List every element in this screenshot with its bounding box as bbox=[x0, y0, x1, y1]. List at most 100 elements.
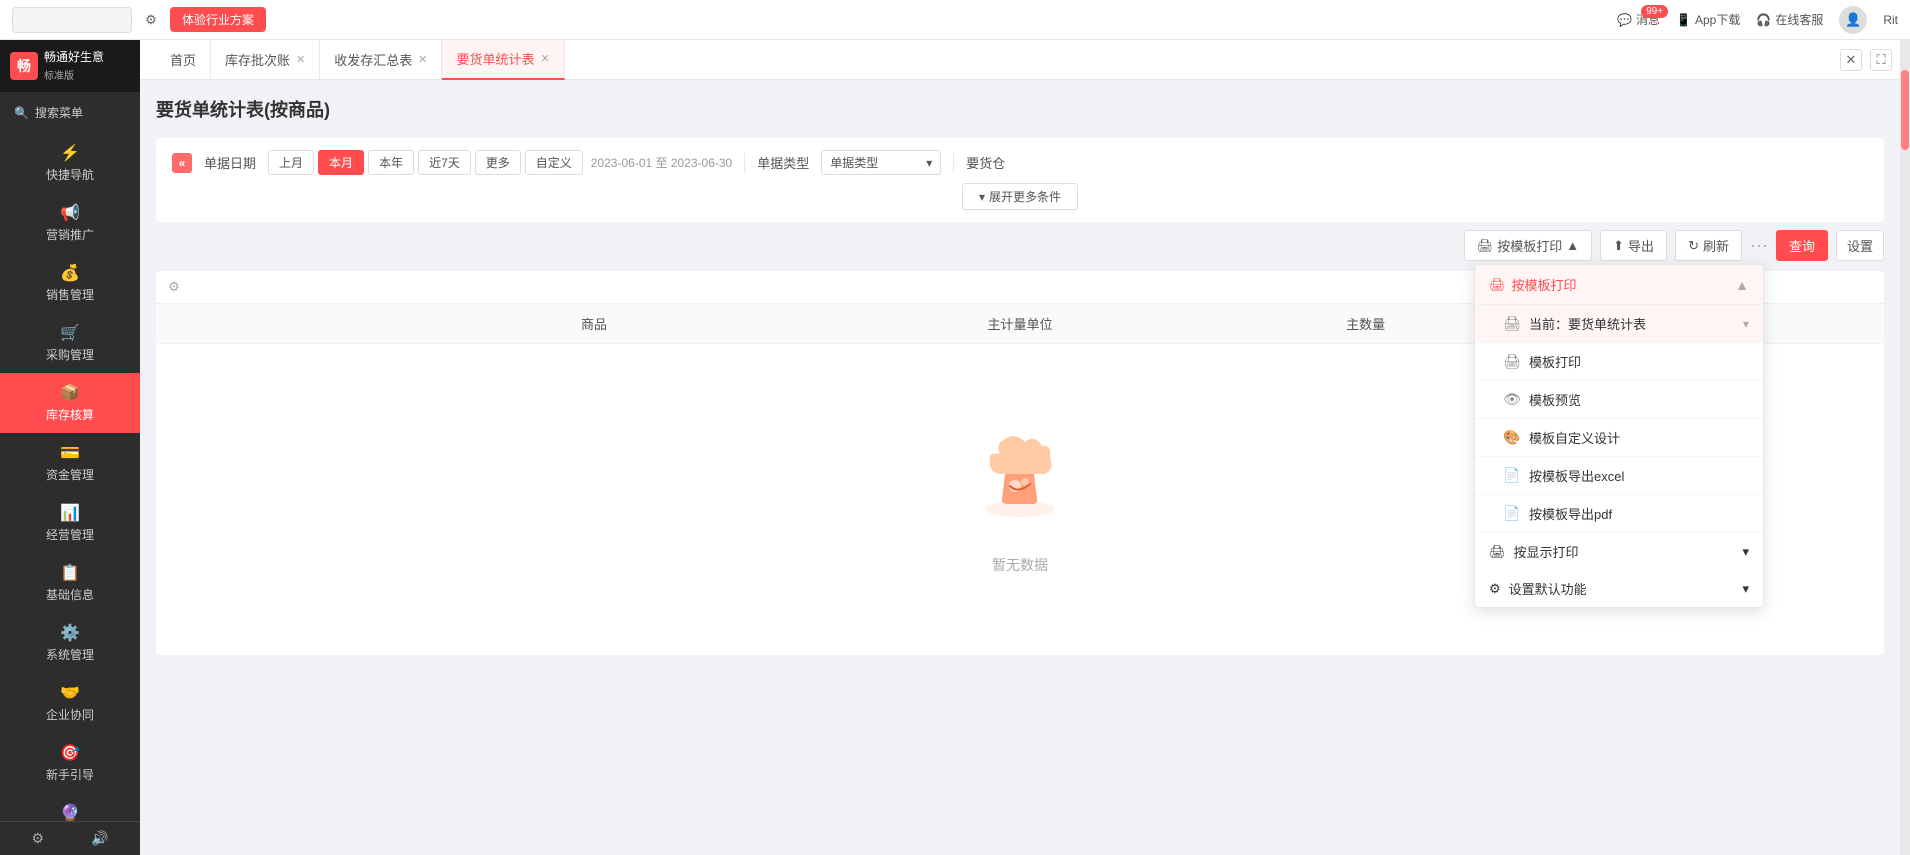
current-arrow-icon: ▾ bbox=[1743, 317, 1749, 331]
sidebar-item-collab[interactable]: 🤝 企业协同 bbox=[0, 673, 140, 733]
right-scrollbar[interactable] bbox=[1900, 40, 1910, 855]
user-name: Rit bbox=[1883, 13, 1898, 27]
online-service-button[interactable]: 🎧 在线客服 bbox=[1756, 11, 1823, 28]
tab-receipt-summary[interactable]: 收发存汇总表 ✕ bbox=[320, 40, 442, 80]
export-pdf-icon: 📄 bbox=[1503, 505, 1521, 522]
avatar[interactable]: 👤 bbox=[1839, 6, 1867, 34]
dropdown-close-icon[interactable]: ▲ bbox=[1735, 277, 1749, 293]
settings-footer-icon[interactable]: ⚙ bbox=[32, 830, 45, 847]
expand-conditions-button[interactable]: ▾ 展开更多条件 bbox=[962, 183, 1078, 210]
dropdown-current-item[interactable]: 🖨 当前：要货单统计表 ▾ bbox=[1475, 305, 1763, 343]
sidebar-item-system[interactable]: ⚙️ 系统管理 bbox=[0, 613, 140, 673]
logo-badge: 标准版 bbox=[44, 67, 104, 82]
sidebar-item-marketing[interactable]: 📢 营销推广 bbox=[0, 193, 140, 253]
top-bar-left: ⚙ 体验行业方案 bbox=[12, 7, 1609, 33]
tab-order-stats[interactable]: 要货单统计表 ✕ bbox=[442, 40, 564, 80]
search-input[interactable] bbox=[12, 7, 132, 33]
tab-batch-accounts[interactable]: 库存批次账 ✕ bbox=[211, 40, 320, 80]
quick-nav-icon: ⚡ bbox=[60, 143, 80, 163]
type-filter-select[interactable]: 单据类型 ▾ bbox=[821, 150, 941, 175]
sidebar-search-label: 搜索菜单 bbox=[35, 104, 83, 121]
dropdown-export-excel[interactable]: 📄 按模板导出excel bbox=[1475, 457, 1763, 495]
filter-row: « 单据日期 上月 本月 本年 近7天 更多 自定义 2023-06-01 至 … bbox=[172, 150, 1868, 175]
system-icon: ⚙️ bbox=[60, 623, 80, 643]
tabs-close-button[interactable]: ✕ bbox=[1840, 49, 1862, 71]
filter-btn-more[interactable]: 更多 bbox=[475, 150, 521, 175]
print-dropdown-panel: 🖨 按模板打印 ▲ 🖨 当前：要货单统计表 ▾ 🖨 模板打印 bbox=[1474, 264, 1764, 608]
sidebar-item-label: 经营管理 bbox=[46, 526, 94, 543]
collab-icon: 🤝 bbox=[60, 683, 80, 703]
sidebar-item-guide[interactable]: 🎯 新手引导 bbox=[0, 733, 140, 793]
query-button[interactable]: 查询 bbox=[1776, 230, 1828, 261]
sidebar-search-button[interactable]: 🔍 搜索菜单 bbox=[8, 100, 132, 125]
type-filter-value: 单据类型 bbox=[830, 154, 878, 171]
table-col-checkbox bbox=[156, 314, 341, 334]
tab-batch-close-icon[interactable]: ✕ bbox=[296, 53, 305, 66]
sidebar: 畅 畅通好生意 标准版 🔍 搜索菜单 ⚡ 快捷导航 📢 营销推广 💰 bbox=[0, 40, 140, 855]
purchase-icon: 🛒 bbox=[60, 323, 80, 343]
app-download-button[interactable]: 📱 App下载 bbox=[1676, 11, 1740, 28]
speaker-footer-icon[interactable]: 🔊 bbox=[91, 830, 108, 847]
sidebar-item-quick-nav[interactable]: ⚡ 快捷导航 bbox=[0, 133, 140, 193]
more-icon[interactable]: ··· bbox=[1750, 235, 1768, 256]
sidebar-item-label: 营销推广 bbox=[46, 226, 94, 243]
table-col-product: 商品 bbox=[341, 304, 847, 343]
message-button[interactable]: 💬 消息 99+ bbox=[1617, 11, 1660, 28]
date-range-display: 2023-06-01 至 2023-06-30 bbox=[591, 154, 732, 171]
dropdown-default-func[interactable]: ⚙ 设置默认功能 ▾ bbox=[1475, 570, 1763, 607]
dropdown-display-print[interactable]: 🖨 按显示打印 ▾ bbox=[1475, 533, 1763, 570]
date-filter-label: 单据日期 bbox=[204, 153, 256, 172]
export-button[interactable]: ⬆ 导出 bbox=[1600, 230, 1667, 261]
tab-home[interactable]: 首页 bbox=[156, 40, 211, 80]
try-industry-button[interactable]: 体验行业方案 bbox=[170, 7, 266, 32]
sidebar-item-finance[interactable]: 💳 资金管理 bbox=[0, 433, 140, 493]
filter-btn-this-month[interactable]: 本月 bbox=[318, 150, 364, 175]
tabs-maximize-button[interactable]: ⛶ bbox=[1870, 49, 1892, 71]
tab-order-close-icon[interactable]: ✕ bbox=[541, 52, 550, 65]
display-print-label: 按显示打印 bbox=[1514, 542, 1579, 561]
sidebar-item-purchase[interactable]: 🛒 采购管理 bbox=[0, 313, 140, 373]
tab-receipt-close-icon[interactable]: ✕ bbox=[418, 53, 427, 66]
sidebar-nav: ⚡ 快捷导航 📢 营销推广 💰 销售管理 🛒 采购管理 📦 库存核算 💳 bbox=[0, 133, 140, 821]
action-toolbar: 🖨 按模板打印 ▲ ⬆ 导出 ↻ 刷新 ··· 查询 设置 bbox=[156, 230, 1884, 261]
apps-icon: 🔮 bbox=[60, 803, 80, 821]
dropdown-title: 🖨 按模板打印 bbox=[1489, 275, 1577, 294]
collapse-icon[interactable]: « bbox=[172, 153, 192, 173]
sidebar-item-inventory[interactable]: 📦 库存核算 bbox=[0, 373, 140, 433]
template-print-label: 模板打印 bbox=[1529, 352, 1749, 371]
message-badge: 99+ bbox=[1641, 5, 1668, 18]
sidebar-item-label: 库存核算 bbox=[46, 406, 94, 423]
filter-btn-custom[interactable]: 自定义 bbox=[525, 150, 583, 175]
dropdown-title-text: 按模板打印 bbox=[1512, 275, 1577, 294]
operations-icon: 📊 bbox=[60, 503, 80, 523]
sidebar-footer: ⚙ 🔊 bbox=[0, 821, 140, 855]
finance-icon: 💳 bbox=[60, 443, 80, 463]
refresh-button[interactable]: ↻ 刷新 bbox=[1675, 230, 1742, 261]
gear-icon[interactable]: ⚙ bbox=[140, 9, 162, 31]
sidebar-item-basic[interactable]: 📋 基础信息 bbox=[0, 553, 140, 613]
dropdown-export-pdf[interactable]: 📄 按模板导出pdf bbox=[1475, 495, 1763, 533]
search-icon: 🔍 bbox=[14, 106, 29, 120]
sidebar-item-label: 企业协同 bbox=[46, 706, 94, 723]
filter-btn-7days[interactable]: 近7天 bbox=[418, 150, 471, 175]
dropdown-header: 🖨 按模板打印 ▲ bbox=[1475, 265, 1763, 305]
template-design-label: 模板自定义设计 bbox=[1529, 428, 1749, 447]
filter-btn-this-year[interactable]: 本年 bbox=[368, 150, 414, 175]
settings-table-icon[interactable]: ⚙ bbox=[168, 279, 180, 295]
page-content: 要货单统计表(按商品) « 单据日期 上月 本月 本年 近7天 更多 自定义 2… bbox=[140, 80, 1900, 855]
chevron-down-icon: ▾ bbox=[926, 156, 932, 170]
print-button[interactable]: 🖨 按模板打印 ▲ bbox=[1464, 230, 1592, 261]
dropdown-default-left: ⚙ 设置默认功能 bbox=[1489, 579, 1587, 598]
filter-btn-last-month[interactable]: 上月 bbox=[268, 150, 314, 175]
tab-order-stats-label: 要货单统计表 bbox=[456, 49, 534, 68]
sidebar-item-label: 采购管理 bbox=[46, 346, 94, 363]
sidebar-item-operations[interactable]: 📊 经营管理 bbox=[0, 493, 140, 553]
dropdown-template-preview[interactable]: 👁 模板预览 bbox=[1475, 381, 1763, 419]
dropdown-template-design[interactable]: 🎨 模板自定义设计 bbox=[1475, 419, 1763, 457]
page-title: 要货单统计表(按商品) bbox=[156, 96, 1884, 122]
sidebar-item-apps[interactable]: 🔮 应用中心 bbox=[0, 793, 140, 821]
sidebar-item-sales[interactable]: 💰 销售管理 bbox=[0, 253, 140, 313]
settings-button[interactable]: 设置 bbox=[1836, 230, 1884, 261]
dropdown-template-print[interactable]: 🖨 模板打印 bbox=[1475, 343, 1763, 381]
sidebar-item-label: 系统管理 bbox=[46, 646, 94, 663]
